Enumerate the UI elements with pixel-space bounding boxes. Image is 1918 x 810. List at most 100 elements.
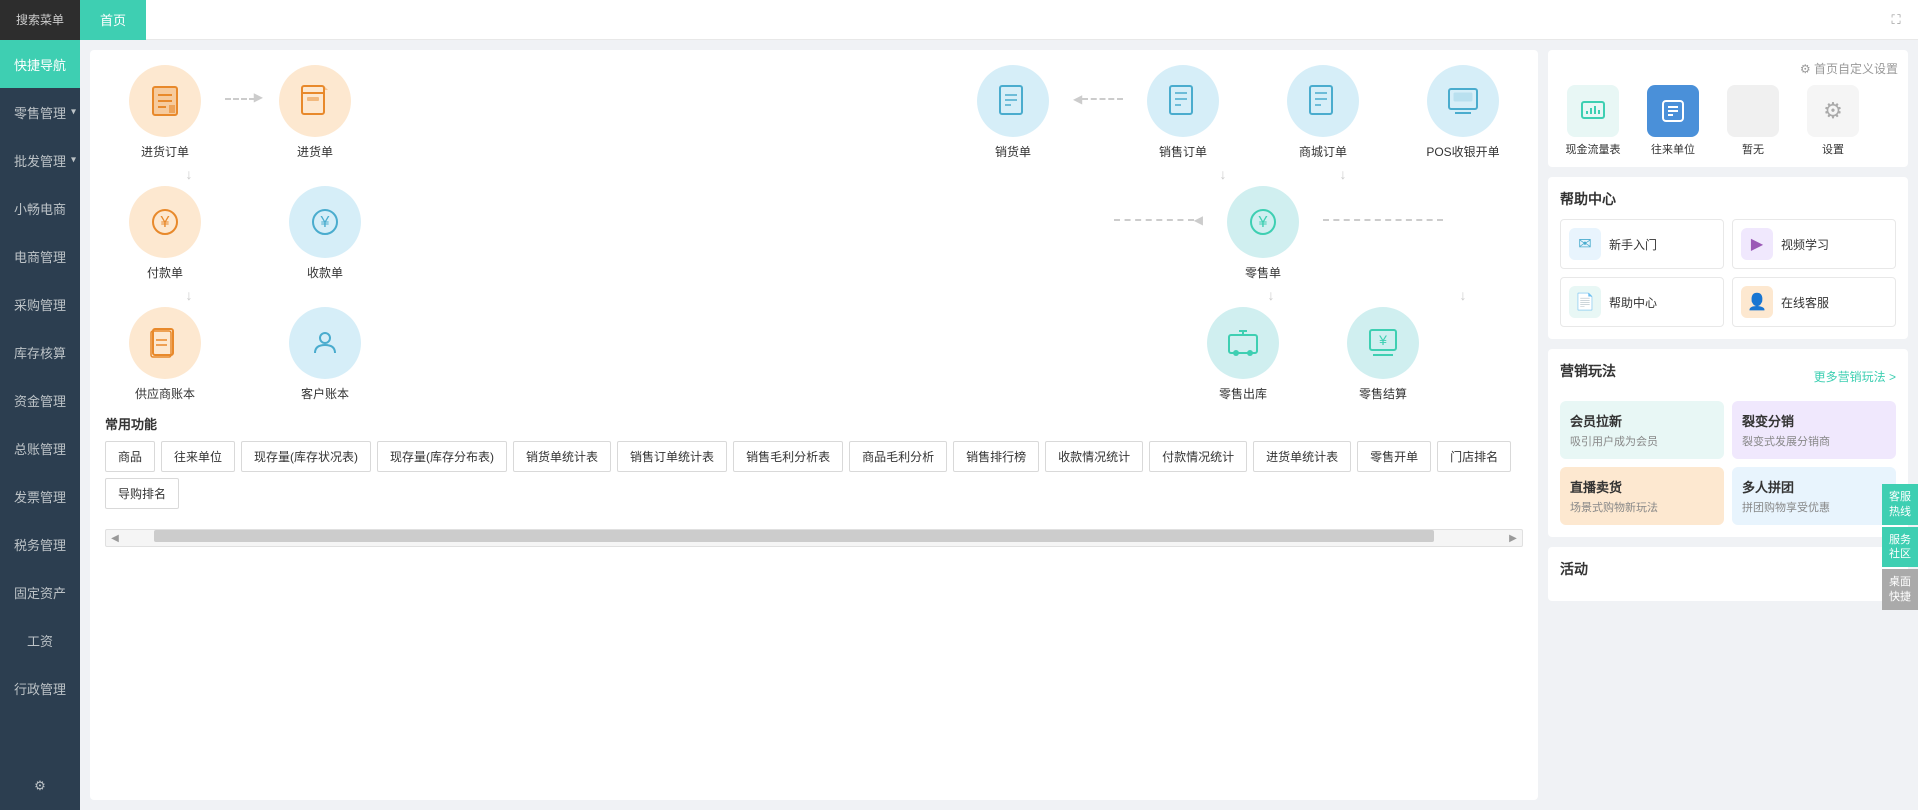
marketing-card-group[interactable]: 多人拼团 拼团购物享受优惠	[1732, 467, 1896, 525]
func-btn-purchase-stats[interactable]: 进货单统计表	[1253, 441, 1351, 472]
sidebar-item-ecom-mgmt[interactable]: 电商管理	[0, 232, 80, 280]
quick-access-section: ⚙ 首页自定义设置 现金流量表 往来单位	[1548, 50, 1908, 167]
marketing-card-member[interactable]: 会员拉新 吸引用户成为会员	[1560, 401, 1724, 459]
flow-label-fukuan-dan: 付款单	[147, 264, 183, 281]
float-btn-community[interactable]: 服务社区	[1882, 527, 1918, 568]
quick-icon-partners[interactable]: 往来单位	[1638, 85, 1708, 157]
flow-node-shoukuan-dan[interactable]: ¥ 收款单	[265, 186, 385, 281]
flow-node-kehu-zb[interactable]: 客户账本	[265, 307, 385, 402]
scroll-left-arrow[interactable]: ◀	[106, 533, 124, 544]
flow-label-lingshou-jiesuan: 零售结算	[1359, 385, 1407, 402]
flow-circle-jinhuo-dan	[279, 65, 351, 137]
help-item-beginner[interactable]: ✉ 新手入门	[1560, 219, 1724, 269]
flow-node-xiaoshou-order[interactable]: 销售订单	[1123, 65, 1243, 160]
sidebar-item-retail[interactable]: 零售管理	[0, 88, 80, 136]
flow-node-lingshou-jiesuan[interactable]: ¥ 零售结算	[1323, 307, 1443, 402]
help-center-title: 帮助中心	[1560, 189, 1896, 209]
func-btn-retail-order[interactable]: 零售开单	[1357, 441, 1431, 472]
func-btn-receipt-stats[interactable]: 收款情况统计	[1045, 441, 1143, 472]
func-btn-stock2[interactable]: 现存量(库存分布表)	[377, 441, 507, 472]
horizontal-scrollbar[interactable]: ◀ ▶	[105, 529, 1523, 547]
activity-title: 活动	[1560, 559, 1896, 579]
search-menu-button[interactable]: 搜索菜单	[0, 0, 80, 40]
marketing-header: 营销玩法 更多营销玩法 >	[1560, 361, 1896, 391]
quick-icon-box-settings: ⚙	[1807, 85, 1859, 137]
sidebar-item-invoice[interactable]: 发票管理	[0, 472, 80, 520]
float-btn-service[interactable]: 客服热线	[1882, 484, 1918, 525]
quick-icon-settings[interactable]: ⚙ 设置	[1798, 85, 1868, 157]
func-btn-goods-profit[interactable]: 商品毛利分析	[849, 441, 947, 472]
scroll-thumb[interactable]	[154, 530, 1434, 542]
scroll-right-arrow[interactable]: ▶	[1504, 533, 1522, 544]
func-btn-order-stats[interactable]: 销售订单统计表	[617, 441, 727, 472]
tab-home[interactable]: 首页	[80, 0, 146, 40]
svg-text:¥: ¥	[1378, 332, 1387, 348]
flow-node-jinhuo-order[interactable]: 进货订单	[105, 65, 225, 160]
sidebar-gear-icon[interactable]: ⚙	[0, 762, 80, 810]
flow-label-lingshou-chuku: 零售出库	[1219, 385, 1267, 402]
func-btn-payment-stats[interactable]: 付款情况统计	[1149, 441, 1247, 472]
func-btn-partners[interactable]: 往来单位	[161, 441, 235, 472]
flow-circle-xiaoshou-order	[1147, 65, 1219, 137]
expand-icon[interactable]: ⛶	[1884, 8, 1908, 32]
more-marketing-link[interactable]: 更多营销玩法 >	[1814, 368, 1896, 385]
func-btn-guide-rank[interactable]: 导购排名	[105, 478, 179, 509]
flow-circle-pos	[1427, 65, 1499, 137]
sidebar: 快捷导航 零售管理 批发管理 小畅电商 电商管理 采购管理 库存核算 资金管理 …	[0, 40, 80, 810]
marketing-card-fission[interactable]: 裂变分销 裂变式发展分销商	[1732, 401, 1896, 459]
sidebar-item-salary[interactable]: 工资	[0, 616, 80, 664]
flow-label-xiaoshou-order: 销售订单	[1159, 143, 1207, 160]
quick-icon-label-settings: 设置	[1822, 141, 1844, 157]
marketing-card-desc-fission: 裂变式发展分销商	[1742, 433, 1886, 449]
help-item-service[interactable]: 👤 在线客服	[1732, 277, 1896, 327]
func-btn-sales-rank[interactable]: 销售排行榜	[953, 441, 1039, 472]
flow-label-jinhuo-order: 进货订单	[141, 143, 189, 160]
sidebar-item-general-ledger[interactable]: 总账管理	[0, 424, 80, 472]
flow-node-pos[interactable]: POS收银开单	[1403, 65, 1523, 160]
quick-icon-none[interactable]: 暂无	[1718, 85, 1788, 157]
quick-icon-label-partners: 往来单位	[1651, 141, 1695, 157]
flow-node-shangcheng-order[interactable]: 商城订单	[1263, 65, 1383, 160]
flow-label-shoukuan-dan: 收款单	[307, 264, 343, 281]
float-btn-desktop[interactable]: 桌面快捷	[1882, 569, 1918, 610]
marketing-card-title-fission: 裂变分销	[1742, 411, 1886, 430]
func-btn-sales-stats[interactable]: 销货单统计表	[513, 441, 611, 472]
marketing-card-title-live: 直播卖货	[1570, 477, 1714, 496]
flow-label-xiaohuo-dan: 销货单	[995, 143, 1031, 160]
marketing-grid: 会员拉新 吸引用户成为会员 裂变分销 裂变式发展分销商 直播卖货 场景式购物新玩…	[1560, 401, 1896, 525]
customize-settings-link[interactable]: ⚙ 首页自定义设置	[1558, 60, 1898, 77]
flow-node-lingshou-chuku[interactable]: 零售出库	[1183, 307, 1303, 402]
flow-node-jinhuo-dan[interactable]: 进货单	[255, 65, 375, 160]
flow-circle-jinhuo-order	[129, 65, 201, 137]
flow-node-lingshou-dan[interactable]: ¥ 零售单	[1203, 186, 1323, 281]
marketing-card-live[interactable]: 直播卖货 场景式购物新玩法	[1560, 467, 1724, 525]
help-icon-help: 📄	[1569, 286, 1601, 318]
quick-icon-cashflow[interactable]: 现金流量表	[1558, 85, 1628, 157]
func-btn-store-rank[interactable]: 门店排名	[1437, 441, 1511, 472]
sidebar-item-quick-nav[interactable]: 快捷导航	[0, 40, 80, 88]
help-item-video[interactable]: ▶ 视频学习	[1732, 219, 1896, 269]
flow-node-xiaohuo-dan[interactable]: 销货单	[953, 65, 1073, 160]
sidebar-item-ecom-small[interactable]: 小畅电商	[0, 184, 80, 232]
sidebar-item-fixed-assets[interactable]: 固定资产	[0, 568, 80, 616]
flow-node-gongyingshang-zb[interactable]: 供应商账本	[105, 307, 225, 402]
sidebar-item-wholesale[interactable]: 批发管理	[0, 136, 80, 184]
sidebar-item-inventory[interactable]: 库存核算	[0, 328, 80, 376]
sidebar-item-tax[interactable]: 税务管理	[0, 520, 80, 568]
flow-circle-kehu-zb	[289, 307, 361, 379]
flow-label-kehu-zb: 客户账本	[301, 385, 349, 402]
marketing-title: 营销玩法	[1560, 361, 1616, 381]
flow-circle-xiaohuo-dan	[977, 65, 1049, 137]
sidebar-item-purchase[interactable]: 采购管理	[0, 280, 80, 328]
help-label-help: 帮助中心	[1609, 294, 1657, 311]
sidebar-item-finance[interactable]: 资金管理	[0, 376, 80, 424]
func-btn-sales-profit[interactable]: 销售毛利分析表	[733, 441, 843, 472]
svg-text:¥: ¥	[160, 214, 170, 231]
func-buttons-grid: 商品 往来单位 现存量(库存状况表) 现存量(库存分布表) 销货单统计表 销售订…	[105, 441, 1523, 509]
flow-node-fukuan-dan[interactable]: ¥ 付款单	[105, 186, 225, 281]
help-item-help[interactable]: 📄 帮助中心	[1560, 277, 1724, 327]
func-btn-stock1[interactable]: 现存量(库存状况表)	[241, 441, 371, 472]
func-btn-goods[interactable]: 商品	[105, 441, 155, 472]
sidebar-item-admin[interactable]: 行政管理	[0, 664, 80, 712]
main-layout: 快捷导航 零售管理 批发管理 小畅电商 电商管理 采购管理 库存核算 资金管理 …	[0, 40, 1918, 810]
